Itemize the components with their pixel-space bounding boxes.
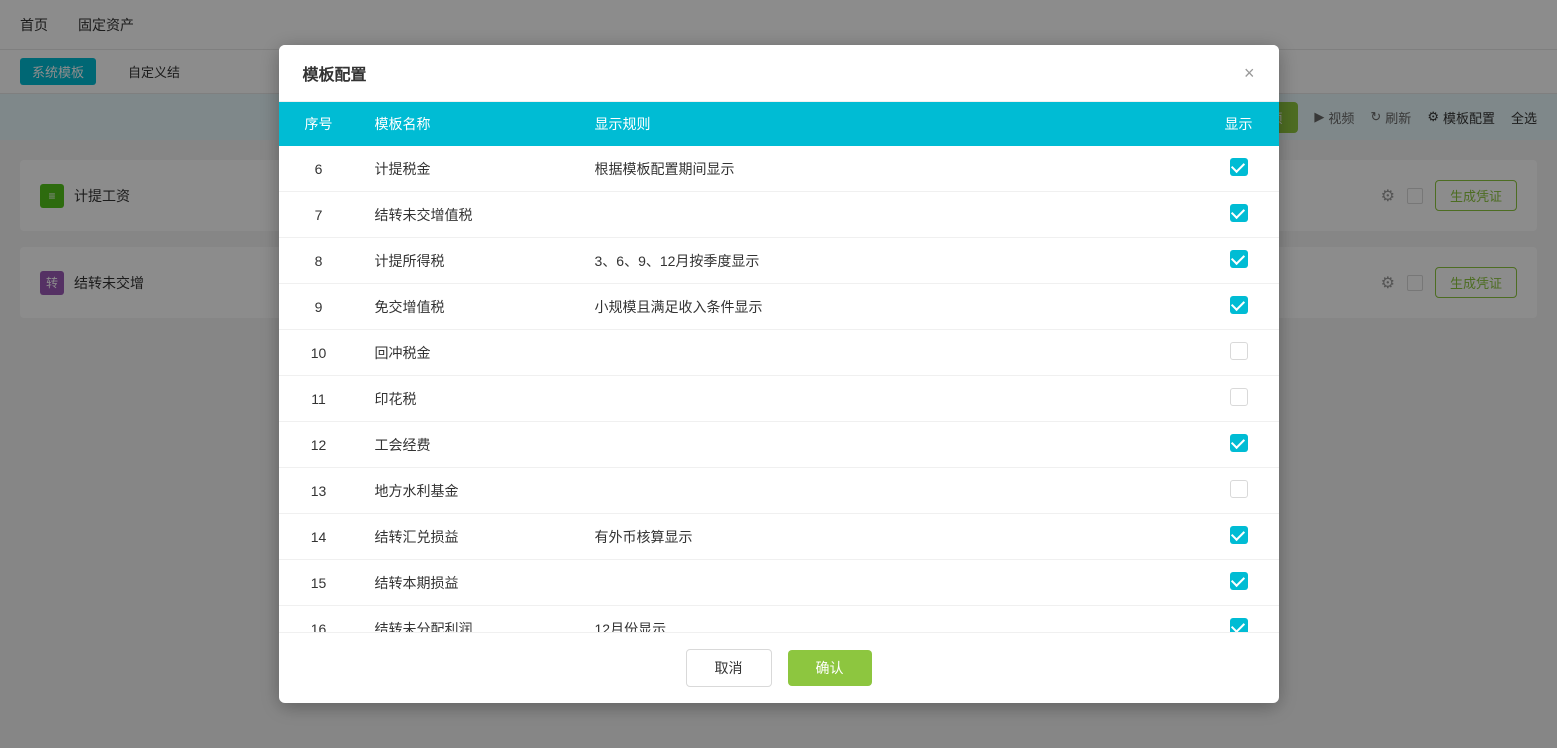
cell-rule: 有外币核算显示: [579, 514, 1199, 560]
cell-display: [1199, 606, 1279, 633]
cell-seq: 9: [279, 284, 359, 330]
header-seq: 序号: [279, 102, 359, 146]
modal-body: 序号 模板名称 显示规则 显示 6计提税金根据模板配置期间显示7结转未交增值税8…: [279, 102, 1279, 632]
cell-display: [1199, 514, 1279, 560]
modal-footer: 取消 确认: [279, 632, 1279, 703]
cell-display: [1199, 330, 1279, 376]
table-row: 8计提所得税3、6、9、12月按季度显示: [279, 238, 1279, 284]
table-scroll-container[interactable]: 序号 模板名称 显示规则 显示 6计提税金根据模板配置期间显示7结转未交增值税8…: [279, 102, 1279, 632]
table-row: 13地方水利基金: [279, 468, 1279, 514]
cell-display: [1199, 192, 1279, 238]
cell-seq: 6: [279, 146, 359, 192]
table-row: 12工会经费: [279, 422, 1279, 468]
table-row: 15结转本期损益: [279, 560, 1279, 606]
modal-header: 模板配置 ×: [279, 45, 1279, 102]
cell-rule: 根据模板配置期间显示: [579, 146, 1199, 192]
cell-name: 免交增值税: [359, 284, 579, 330]
display-checkbox-2[interactable]: [1230, 250, 1248, 268]
confirm-button[interactable]: 确认: [788, 650, 872, 686]
cancel-button[interactable]: 取消: [686, 649, 772, 687]
table-body: 6计提税金根据模板配置期间显示7结转未交增值税8计提所得税3、6、9、12月按季…: [279, 146, 1279, 632]
table-row: 7结转未交增值税: [279, 192, 1279, 238]
cell-rule: [579, 468, 1199, 514]
cell-seq: 7: [279, 192, 359, 238]
modal-close-button[interactable]: ×: [1244, 64, 1255, 82]
header-row: 序号 模板名称 显示规则 显示: [279, 102, 1279, 146]
cell-name: 印花税: [359, 376, 579, 422]
cell-display: [1199, 146, 1279, 192]
table-row: 11印花税: [279, 376, 1279, 422]
cell-name: 计提税金: [359, 146, 579, 192]
display-checkbox-5[interactable]: [1230, 388, 1248, 406]
display-checkbox-3[interactable]: [1230, 296, 1248, 314]
display-checkbox-8[interactable]: [1230, 526, 1248, 544]
header-display: 显示: [1199, 102, 1279, 146]
display-checkbox-7[interactable]: [1230, 480, 1248, 498]
modal-template-config: 模板配置 × 序号 模板名称 显示规则 显示 6计提税金根据模板配置期间显: [279, 45, 1279, 703]
cell-name: 工会经费: [359, 422, 579, 468]
cell-rule: 3、6、9、12月按季度显示: [579, 238, 1199, 284]
cell-display: [1199, 238, 1279, 284]
cell-display: [1199, 284, 1279, 330]
display-checkbox-6[interactable]: [1230, 434, 1248, 452]
cell-rule: [579, 330, 1199, 376]
cell-name: 结转本期损益: [359, 560, 579, 606]
cell-name: 结转未交增值税: [359, 192, 579, 238]
table-row: 16结转未分配利润12月份显示: [279, 606, 1279, 633]
cell-seq: 15: [279, 560, 359, 606]
display-checkbox-9[interactable]: [1230, 572, 1248, 590]
header-rule: 显示规则: [579, 102, 1199, 146]
cell-rule: 小规模且满足收入条件显示: [579, 284, 1199, 330]
modal-overlay: 模板配置 × 序号 模板名称 显示规则 显示 6计提税金根据模板配置期间显: [0, 0, 1557, 748]
header-name: 模板名称: [359, 102, 579, 146]
cell-name: 计提所得税: [359, 238, 579, 284]
display-checkbox-4[interactable]: [1230, 342, 1248, 360]
display-checkbox-1[interactable]: [1230, 204, 1248, 222]
cell-seq: 14: [279, 514, 359, 560]
cell-rule: [579, 560, 1199, 606]
cell-display: [1199, 422, 1279, 468]
display-checkbox-0[interactable]: [1230, 158, 1248, 176]
cell-display: [1199, 560, 1279, 606]
display-checkbox-10[interactable]: [1230, 618, 1248, 632]
cell-seq: 11: [279, 376, 359, 422]
cell-seq: 8: [279, 238, 359, 284]
cell-display: [1199, 376, 1279, 422]
cell-seq: 10: [279, 330, 359, 376]
cell-name: 回冲税金: [359, 330, 579, 376]
table-row: 6计提税金根据模板配置期间显示: [279, 146, 1279, 192]
table-row: 9免交增值税小规模且满足收入条件显示: [279, 284, 1279, 330]
cell-seq: 13: [279, 468, 359, 514]
cell-display: [1199, 468, 1279, 514]
cell-rule: [579, 376, 1199, 422]
cell-name: 结转汇兑损益: [359, 514, 579, 560]
cell-rule: 12月份显示: [579, 606, 1199, 633]
table-header: 序号 模板名称 显示规则 显示: [279, 102, 1279, 146]
cell-rule: [579, 192, 1199, 238]
modal-title: 模板配置: [303, 61, 367, 85]
cell-name: 地方水利基金: [359, 468, 579, 514]
config-table: 序号 模板名称 显示规则 显示 6计提税金根据模板配置期间显示7结转未交增值税8…: [279, 102, 1279, 632]
cell-seq: 16: [279, 606, 359, 633]
cell-name: 结转未分配利润: [359, 606, 579, 633]
cell-rule: [579, 422, 1199, 468]
cell-seq: 12: [279, 422, 359, 468]
table-row: 10回冲税金: [279, 330, 1279, 376]
table-row: 14结转汇兑损益有外币核算显示: [279, 514, 1279, 560]
